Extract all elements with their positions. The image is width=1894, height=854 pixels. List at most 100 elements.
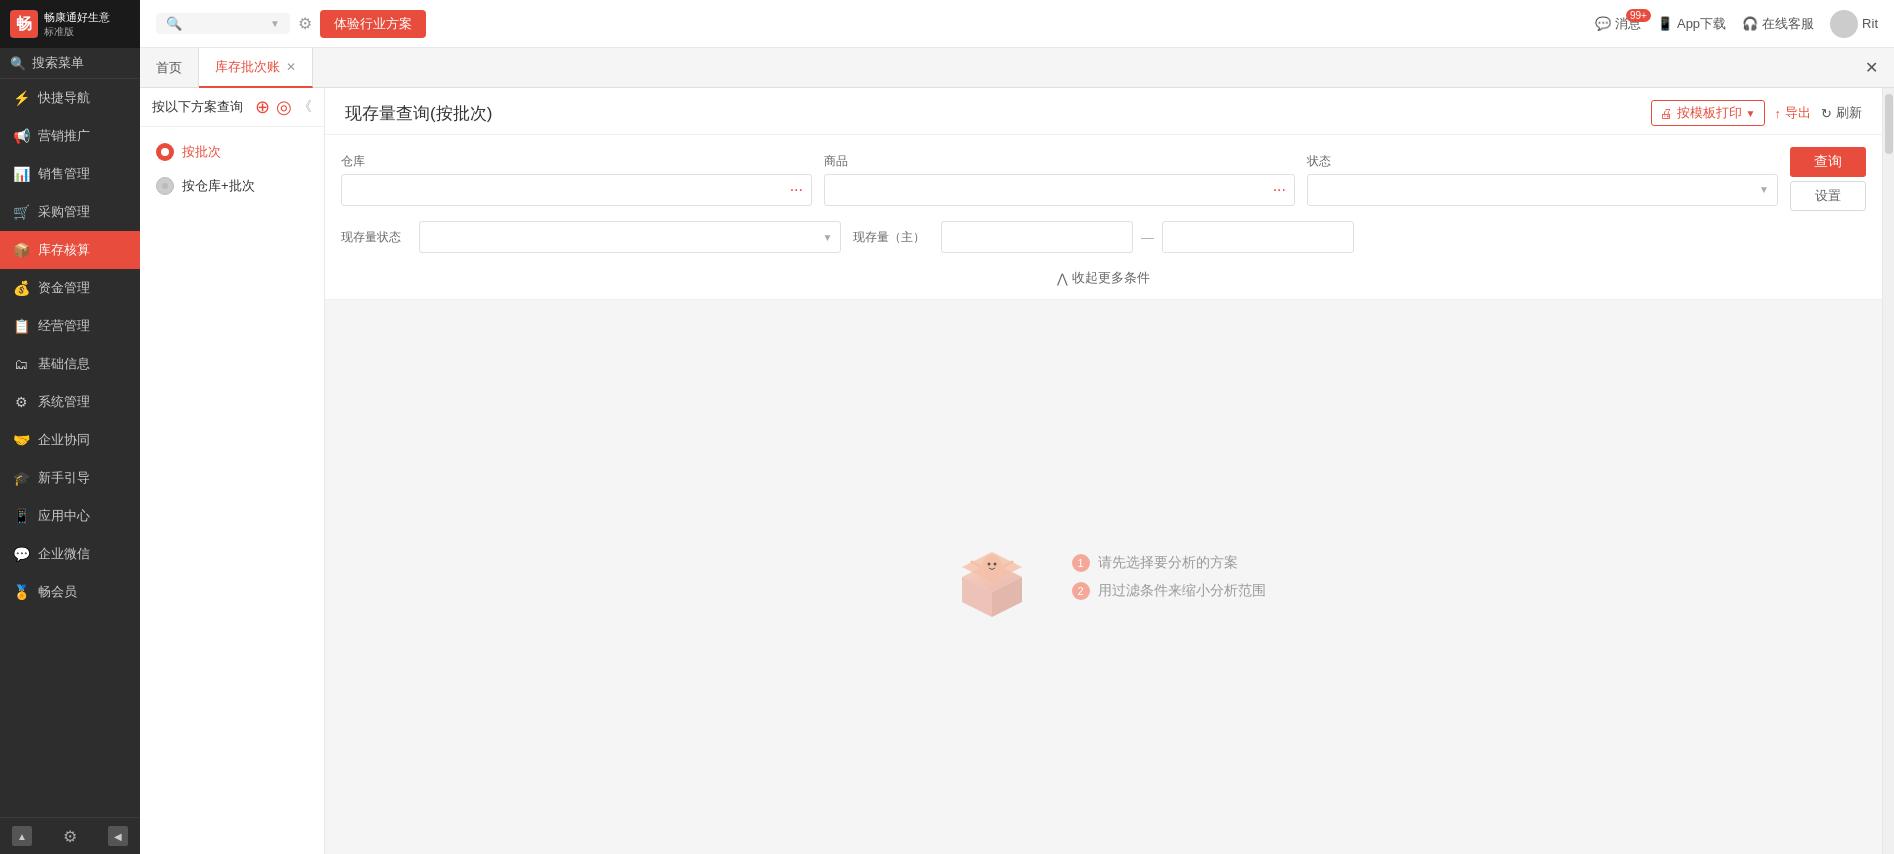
status-dropdown-icon[interactable]: ▼ (1759, 184, 1769, 195)
add-scheme-icon[interactable]: ⊕ (255, 98, 270, 116)
scheme-list: 按批次 按仓库+批次 (140, 127, 324, 211)
topbar-search-input[interactable] (186, 16, 266, 31)
filter-row-2: 现存量状态 ▼ 现存量（主） — (341, 221, 1866, 253)
search-icon: 🔍 (10, 56, 26, 71)
settings-bottom-icon[interactable]: ⚙ (63, 827, 77, 846)
sidebar-item-marketing[interactable]: 📢 营销推广 (0, 117, 140, 155)
query-button[interactable]: 查询 (1790, 147, 1866, 177)
empty-illustration (942, 527, 1042, 627)
nav-menu: ⚡ 快捷导航 📢 营销推广 📊 销售管理 🛒 采购管理 📦 库存核算 💰 资金管… (0, 79, 140, 817)
main-area: 🔍 ▼ ⚙ 体验行业方案 💬 消息 99+ 📱 App下载 🎧 在线客服 (140, 0, 1894, 854)
goods-dots-icon[interactable]: ··· (1273, 181, 1286, 199)
warehouse-dots-icon[interactable]: ··· (790, 181, 803, 199)
scroll-down-button[interactable]: ◀ (108, 826, 128, 846)
app-download-item[interactable]: 📱 App下载 (1657, 15, 1726, 33)
status-select[interactable]: ▼ (1307, 174, 1778, 206)
sidebar-item-system[interactable]: ⚙ 系统管理 (0, 383, 140, 421)
goods-input[interactable]: ··· (824, 174, 1295, 206)
refresh-icon: ↻ (1821, 106, 1832, 121)
svg-point-6 (982, 555, 1002, 575)
scroll-up-button[interactable]: ▲ (12, 826, 32, 846)
export-button[interactable]: ↑ 导出 (1775, 104, 1812, 122)
message-icon: 💬 (1595, 16, 1611, 31)
filter-area: 仓库 ··· 商品 ··· 状态 (325, 135, 1882, 300)
sidebar-item-sales[interactable]: 📊 销售管理 (0, 155, 140, 193)
finance-icon: 💰 (12, 279, 30, 297)
right-scrollbar[interactable] (1882, 88, 1894, 854)
tab-close-button[interactable]: ✕ (286, 61, 296, 73)
collapse-left-icon[interactable]: 《 (298, 98, 312, 116)
panel-close-button[interactable]: ✕ (1849, 58, 1894, 77)
stock-status-dropdown-icon[interactable]: ▼ (822, 232, 832, 243)
export-icon: ↑ (1775, 106, 1782, 121)
filter-row-1: 仓库 ··· 商品 ··· 状态 (341, 147, 1866, 211)
purchase-icon: 🛒 (12, 203, 30, 221)
sales-icon: 📊 (12, 165, 30, 183)
guide-icon: 🎓 (12, 469, 30, 487)
sidebar-item-apps[interactable]: 📱 应用中心 (0, 497, 140, 535)
marketing-icon: 📢 (12, 127, 30, 145)
content-area: 按以下方案查询 ⊕ ◎ 《 按批次 按仓库 (140, 88, 1894, 854)
scheme-by-warehouse-batch[interactable]: 按仓库+批次 (140, 169, 324, 203)
sidebar-item-guide[interactable]: 🎓 新手引导 (0, 459, 140, 497)
stock-qty-from[interactable] (941, 221, 1133, 253)
vip-icon: 🏅 (12, 583, 30, 601)
page-title: 现存量查询(按批次) (345, 102, 492, 125)
operation-icon: 📋 (12, 317, 30, 335)
print-button[interactable]: 🖨 按模板打印 ▼ (1651, 100, 1765, 126)
action-buttons: 查询 设置 (1790, 147, 1866, 211)
sidebar-item-collab[interactable]: 🤝 企业协同 (0, 421, 140, 459)
phone-icon: 📱 (1657, 16, 1673, 31)
scheme-dot-inactive (156, 177, 174, 195)
user-avatar (1830, 10, 1858, 38)
topbar-left: 🔍 ▼ ⚙ 体验行业方案 (156, 10, 1585, 38)
stock-quantity-field: 现存量（主） — (853, 221, 1353, 253)
print-dropdown-icon[interactable]: ▼ (1746, 108, 1756, 119)
printer-icon: 🖨 (1660, 106, 1673, 121)
scheme-settings-icon[interactable]: ◎ (276, 98, 292, 116)
sidebar-item-purchase[interactable]: 🛒 采购管理 (0, 193, 140, 231)
scheme-dot-active (156, 143, 174, 161)
tab-inventory-batch[interactable]: 库存批次账 ✕ (199, 48, 313, 88)
sidebar-item-wechat[interactable]: 💬 企业微信 (0, 535, 140, 573)
svg-point-8 (993, 563, 996, 566)
logo-icon: 畅 (10, 10, 38, 38)
sidebar-bottom: ▲ ⚙ ◀ (0, 817, 140, 854)
tip-1: 1 请先选择要分析的方案 (1072, 554, 1266, 572)
stock-status-field: 现存量状态 ▼ (341, 221, 841, 253)
logo-text: 畅康通好生意 标准版 (44, 10, 110, 37)
goods-field: 商品 ··· (824, 153, 1295, 206)
collapse-up-icon: ⋀ (1057, 271, 1068, 286)
refresh-button[interactable]: ↻ 刷新 (1821, 104, 1862, 122)
topbar-settings-icon[interactable]: ⚙ (298, 14, 312, 33)
messages-item[interactable]: 💬 消息 99+ (1595, 15, 1641, 33)
stock-status-select[interactable]: ▼ (419, 221, 841, 253)
sidebar-item-operation[interactable]: 📋 经营管理 (0, 307, 140, 345)
left-panel-header: 按以下方案查询 ⊕ ◎ 《 (140, 88, 324, 127)
right-main: 现存量查询(按批次) 🖨 按模板打印 ▼ ↑ 导出 ↻ 刷新 (325, 88, 1882, 854)
sidebar-item-inventory[interactable]: 📦 库存核算 (0, 231, 140, 269)
app-logo: 畅 畅康通好生意 标准版 (0, 0, 140, 48)
tab-home[interactable]: 首页 (140, 48, 199, 88)
sidebar-item-basic[interactable]: 🗂 基础信息 (0, 345, 140, 383)
scheme-by-batch[interactable]: 按批次 (140, 135, 324, 169)
svg-point-0 (161, 148, 169, 156)
title-actions: 🖨 按模板打印 ▼ ↑ 导出 ↻ 刷新 (1651, 100, 1862, 126)
sidebar-item-vip[interactable]: 🏅 畅会员 (0, 573, 140, 611)
scrollbar-thumb[interactable] (1885, 94, 1893, 154)
topbar-dropdown-icon[interactable]: ▼ (270, 18, 280, 29)
collapse-more-button[interactable]: ⋀ 收起更多条件 (341, 263, 1866, 293)
wechat-icon: 💬 (12, 545, 30, 563)
left-panel: 按以下方案查询 ⊕ ◎ 《 按批次 按仓库 (140, 88, 325, 854)
trial-button[interactable]: 体验行业方案 (320, 10, 426, 38)
sidebar-item-finance[interactable]: 💰 资金管理 (0, 269, 140, 307)
warehouse-input[interactable]: ··· (341, 174, 812, 206)
sidebar-item-quick-nav[interactable]: ⚡ 快捷导航 (0, 79, 140, 117)
online-service-item[interactable]: 🎧 在线客服 (1742, 15, 1814, 33)
search-menu[interactable]: 🔍 搜索菜单 (0, 48, 140, 79)
settings-button[interactable]: 设置 (1790, 181, 1866, 211)
warehouse-field: 仓库 ··· (341, 153, 812, 206)
topbar-search-area[interactable]: 🔍 ▼ (156, 13, 290, 34)
user-profile-item[interactable]: Rit (1830, 10, 1878, 38)
stock-qty-to[interactable] (1162, 221, 1354, 253)
